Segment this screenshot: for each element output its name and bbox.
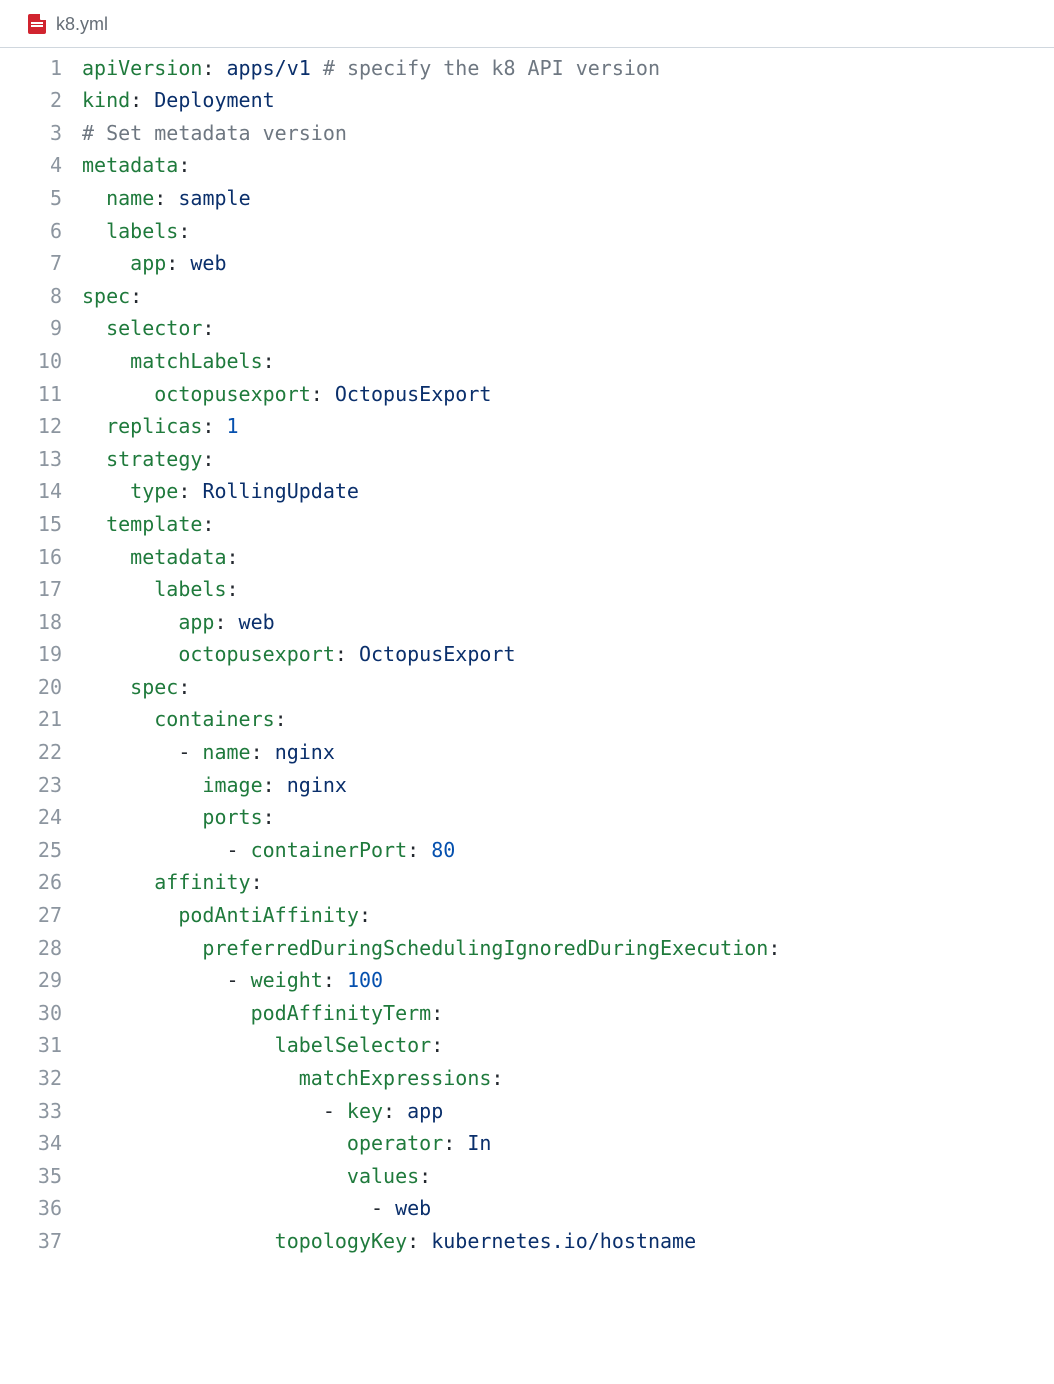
line-number: 29 — [0, 964, 62, 997]
code-line[interactable]: name: sample — [82, 182, 1054, 215]
code-line[interactable]: labelSelector: — [82, 1029, 1054, 1062]
code-line[interactable]: matchExpressions: — [82, 1062, 1054, 1095]
line-number: 10 — [0, 345, 62, 378]
line-number: 3 — [0, 117, 62, 150]
line-number: 32 — [0, 1062, 62, 1095]
code-line[interactable]: # Set metadata version — [82, 117, 1054, 150]
line-number: 22 — [0, 736, 62, 769]
line-number: 14 — [0, 475, 62, 508]
code-line[interactable]: affinity: — [82, 866, 1054, 899]
line-number: 8 — [0, 280, 62, 313]
code-line[interactable]: values: — [82, 1160, 1054, 1193]
line-number: 23 — [0, 769, 62, 802]
code-line[interactable]: - name: nginx — [82, 736, 1054, 769]
code-line[interactable]: spec: — [82, 280, 1054, 313]
code-line[interactable]: matchLabels: — [82, 345, 1054, 378]
line-number: 7 — [0, 247, 62, 280]
code-line[interactable]: spec: — [82, 671, 1054, 704]
line-number: 30 — [0, 997, 62, 1030]
line-number: 33 — [0, 1095, 62, 1128]
code-line[interactable]: podAffinityTerm: — [82, 997, 1054, 1030]
line-number: 5 — [0, 182, 62, 215]
line-number: 9 — [0, 312, 62, 345]
code-line[interactable]: - key: app — [82, 1095, 1054, 1128]
line-number: 18 — [0, 606, 62, 639]
line-number: 35 — [0, 1160, 62, 1193]
code-line[interactable]: octopusexport: OctopusExport — [82, 638, 1054, 671]
line-number: 2 — [0, 84, 62, 117]
code-line[interactable]: operator: In — [82, 1127, 1054, 1160]
code-line[interactable]: labels: — [82, 573, 1054, 606]
file-tab-bar: k8.yml — [0, 0, 1054, 48]
yaml-file-icon — [28, 14, 46, 34]
code-line[interactable]: selector: — [82, 312, 1054, 345]
line-number: 12 — [0, 410, 62, 443]
code-line[interactable]: topologyKey: kubernetes.io/hostname — [82, 1225, 1054, 1258]
line-number: 20 — [0, 671, 62, 704]
code-content[interactable]: apiVersion: apps/v1 # specify the k8 API… — [82, 52, 1054, 1258]
line-number: 21 — [0, 703, 62, 736]
line-number: 37 — [0, 1225, 62, 1258]
code-line[interactable]: - web — [82, 1192, 1054, 1225]
line-number: 1 — [0, 52, 62, 85]
code-line[interactable]: ports: — [82, 801, 1054, 834]
code-line[interactable]: podAntiAffinity: — [82, 899, 1054, 932]
line-number: 16 — [0, 541, 62, 574]
code-line[interactable]: app: web — [82, 247, 1054, 280]
code-line[interactable]: template: — [82, 508, 1054, 541]
code-line[interactable]: type: RollingUpdate — [82, 475, 1054, 508]
code-line[interactable]: labels: — [82, 215, 1054, 248]
line-number: 13 — [0, 443, 62, 476]
code-line[interactable]: metadata: — [82, 541, 1054, 574]
line-number: 31 — [0, 1029, 62, 1062]
code-line[interactable]: metadata: — [82, 149, 1054, 182]
line-number: 19 — [0, 638, 62, 671]
code-line[interactable]: octopusexport: OctopusExport — [82, 378, 1054, 411]
code-line[interactable]: containers: — [82, 703, 1054, 736]
code-line[interactable]: replicas: 1 — [82, 410, 1054, 443]
line-number: 24 — [0, 801, 62, 834]
line-number: 17 — [0, 573, 62, 606]
line-number: 6 — [0, 215, 62, 248]
line-number: 36 — [0, 1192, 62, 1225]
code-line[interactable]: image: nginx — [82, 769, 1054, 802]
line-number-gutter: 1234567891011121314151617181920212223242… — [0, 52, 82, 1258]
code-line[interactable]: app: web — [82, 606, 1054, 639]
code-line[interactable]: strategy: — [82, 443, 1054, 476]
code-line[interactable]: apiVersion: apps/v1 # specify the k8 API… — [82, 52, 1054, 85]
code-line[interactable]: - containerPort: 80 — [82, 834, 1054, 867]
line-number: 34 — [0, 1127, 62, 1160]
code-line[interactable]: kind: Deployment — [82, 84, 1054, 117]
line-number: 4 — [0, 149, 62, 182]
line-number: 26 — [0, 866, 62, 899]
code-line[interactable]: - weight: 100 — [82, 964, 1054, 997]
code-line[interactable]: preferredDuringSchedulingIgnoredDuringEx… — [82, 932, 1054, 965]
line-number: 28 — [0, 932, 62, 965]
line-number: 11 — [0, 378, 62, 411]
file-name[interactable]: k8.yml — [56, 8, 108, 41]
line-number: 25 — [0, 834, 62, 867]
line-number: 15 — [0, 508, 62, 541]
line-number: 27 — [0, 899, 62, 932]
code-editor[interactable]: 1234567891011121314151617181920212223242… — [0, 48, 1054, 1258]
